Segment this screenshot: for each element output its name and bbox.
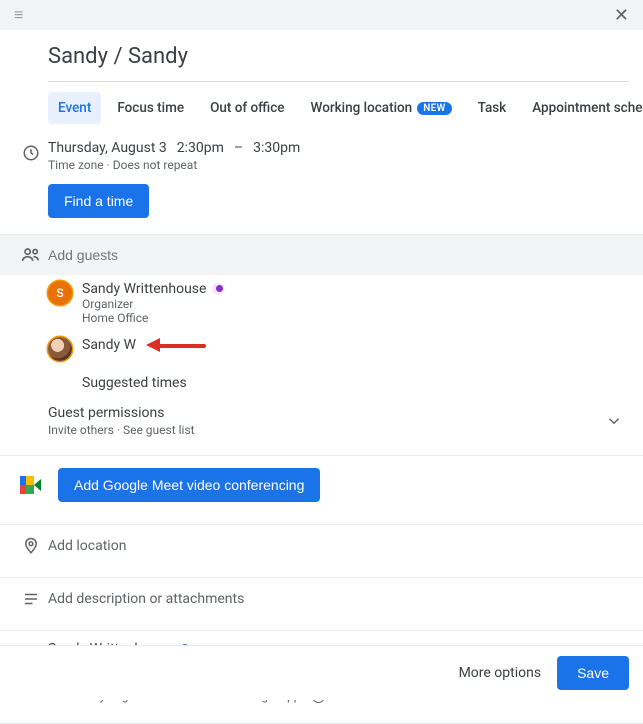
guest-name: Sandy Writtenhouse xyxy=(82,281,206,297)
moon-status-icon xyxy=(212,283,224,295)
guest-permissions-sub: Invite others · See guest list xyxy=(48,423,195,437)
location-icon xyxy=(14,537,48,555)
guest-name: Sandy W xyxy=(82,337,136,353)
datetime-display[interactable]: Thursday, August 3 2:30pm – 3:30pm xyxy=(48,140,629,156)
more-options-button[interactable]: More options xyxy=(459,665,542,681)
repeat-link[interactable]: Does not repeat xyxy=(113,158,198,172)
add-google-meet-button[interactable]: Add Google Meet video conferencing xyxy=(58,468,320,502)
add-description-field[interactable]: Add description or attachments xyxy=(48,591,244,607)
avatar: S xyxy=(48,281,72,305)
tab-label: Working location xyxy=(311,100,413,116)
save-button[interactable]: Save xyxy=(557,656,629,690)
event-title[interactable]: Sandy / Sandy xyxy=(48,44,629,69)
tab-focus-time[interactable]: Focus time xyxy=(107,92,194,124)
tab-task[interactable]: Task xyxy=(468,92,517,124)
event-start-time[interactable]: 2:30pm xyxy=(177,140,224,156)
google-meet-icon xyxy=(20,476,42,494)
tab-event[interactable]: Event xyxy=(48,92,101,124)
event-type-tabs: Event Focus time Out of office Working l… xyxy=(0,82,643,134)
people-icon xyxy=(14,245,48,265)
guest-permissions-title: Guest permissions xyxy=(48,405,195,421)
event-date[interactable]: Thursday, August 3 xyxy=(48,140,167,156)
timezone-link[interactable]: Time zone xyxy=(48,158,104,172)
add-guests-input[interactable] xyxy=(48,247,629,263)
time-separator: – xyxy=(234,140,243,156)
event-end-time[interactable]: 3:30pm xyxy=(253,140,300,156)
close-icon[interactable]: ✕ xyxy=(614,5,629,26)
add-location-field[interactable]: Add location xyxy=(48,538,126,554)
annotation-arrow-icon xyxy=(146,338,208,352)
tab-out-of-office[interactable]: Out of office xyxy=(200,92,294,124)
new-badge: NEW xyxy=(417,102,451,115)
guest-item-organizer[interactable]: S Sandy Writtenhouse Organizer Home Offi… xyxy=(0,275,643,331)
find-a-time-button[interactable]: Find a time xyxy=(48,184,149,218)
chevron-down-icon[interactable] xyxy=(599,406,629,436)
description-icon xyxy=(14,590,48,608)
tab-appointment-schedule[interactable]: Appointment schedule xyxy=(522,92,643,124)
avatar xyxy=(48,337,72,361)
guest-item[interactable]: Sandy W xyxy=(0,331,643,367)
guest-location: Home Office xyxy=(82,311,224,325)
tab-working-location[interactable]: Working location NEW xyxy=(301,92,462,124)
suggested-times-link[interactable]: Suggested times xyxy=(0,367,643,401)
clock-icon xyxy=(14,140,48,162)
guest-role: Organizer xyxy=(82,297,224,311)
drag-handle-icon[interactable]: ≡ xyxy=(14,5,23,25)
